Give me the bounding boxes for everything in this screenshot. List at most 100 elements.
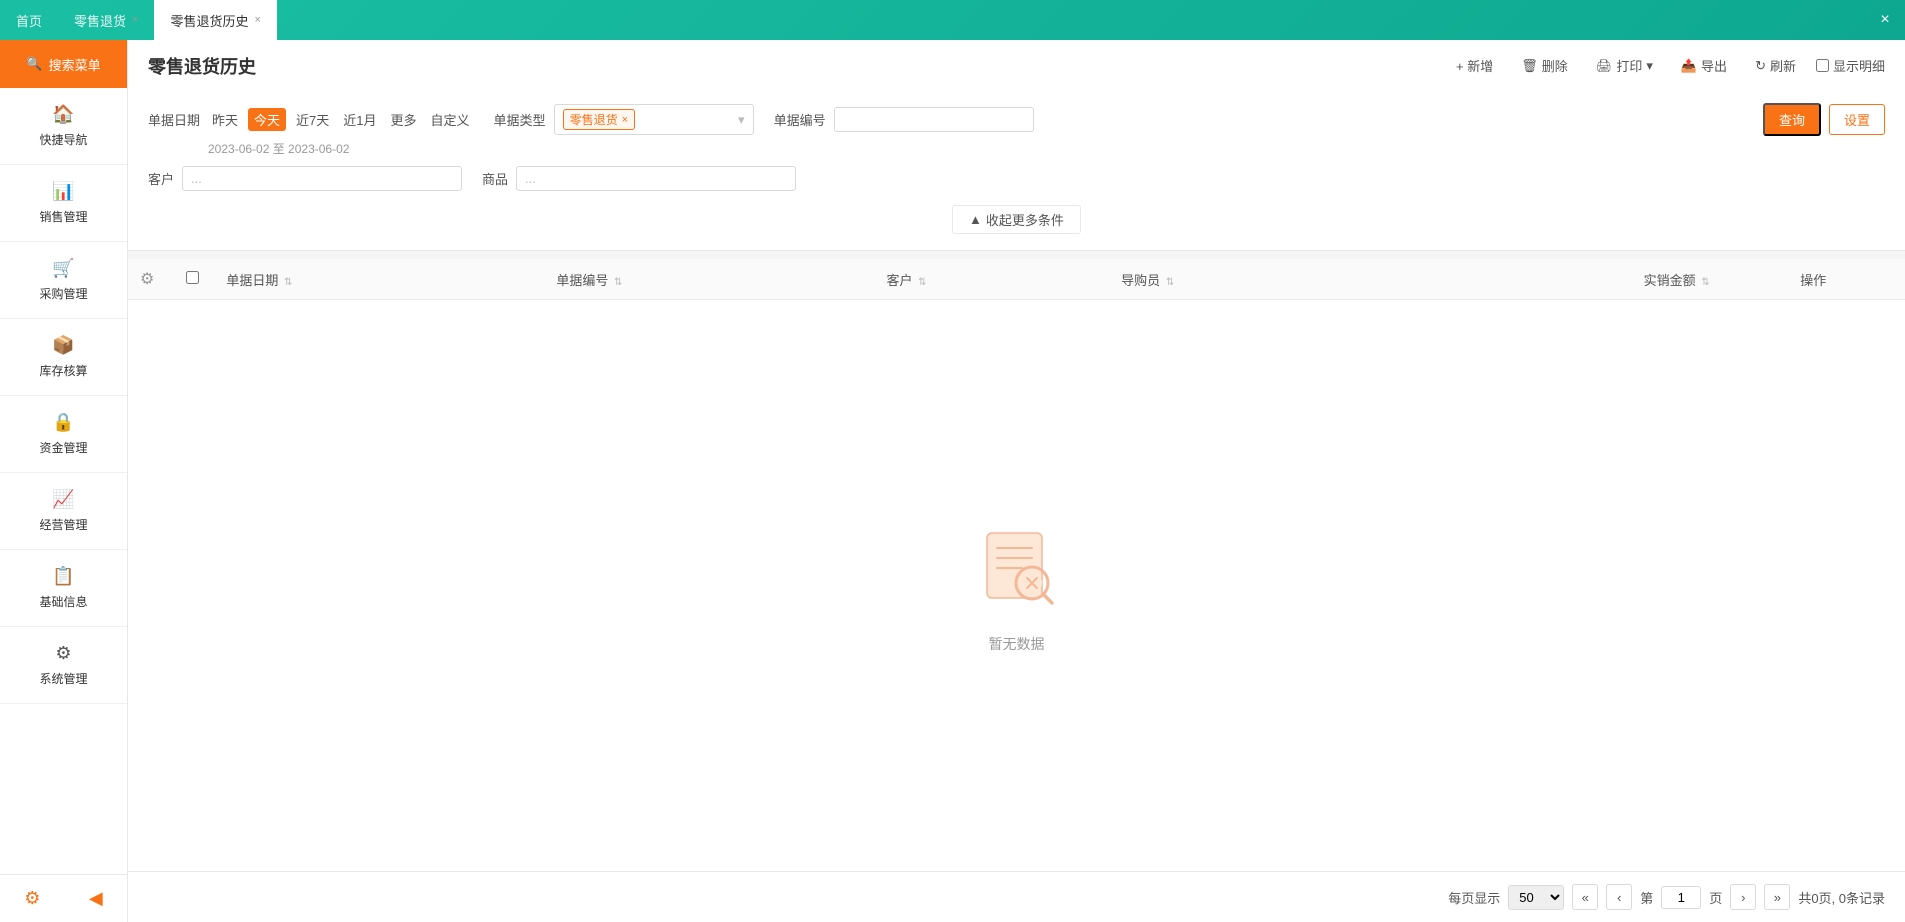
sidebar-item-quick-nav[interactable]: 🏠 快捷导航 — [0, 88, 127, 165]
top-bar: 首页 零售退货 × 零售退货历史 × × — [0, 0, 1905, 40]
customer-select[interactable]: ... — [182, 166, 462, 191]
page-header-top: 零售退货历史 + 新增 🗑 删除 🖨 打印 ▾ 📤 — [148, 52, 1885, 79]
sort-guide-icon: ⇅ — [1166, 277, 1174, 288]
date-opt-custom[interactable]: 自定义 — [427, 108, 474, 131]
per-page-label: 每页显示 — [1448, 888, 1500, 907]
operations-icon: 📈 — [52, 489, 74, 510]
export-icon: 📤 — [1681, 58, 1697, 74]
th-number[interactable]: 单据编号 ⇅ — [544, 259, 874, 300]
collapse-sidebar-icon[interactable]: ◀ — [89, 888, 103, 909]
data-table: ⚙ 单据日期 ⇅ 单据编号 ⇅ — [128, 259, 1905, 300]
main-layout: 🔍 搜索菜单 🏠 快捷导航 📊 销售管理 🛒 采购管理 📦 库存核算 🔒 — [0, 40, 1905, 922]
empty-illustration — [967, 518, 1067, 618]
goods-select[interactable]: ... — [516, 166, 796, 191]
sidebar-item-sales-mgmt[interactable]: 📊 销售管理 — [0, 165, 127, 242]
th-checkbox — [174, 259, 214, 300]
sidebar-item-sales-label: 销售管理 — [39, 208, 87, 225]
filter-row-2: 客户 ... 商品 ... — [148, 166, 1885, 191]
tab-retail-return-history[interactable]: 零售退货历史 × — [154, 0, 276, 40]
refresh-icon: ↻ — [1755, 58, 1766, 74]
th-actions: 操作 — [1722, 259, 1905, 300]
print-button[interactable]: 🖨 打印 ▾ — [1588, 52, 1661, 79]
table-settings-icon[interactable]: ⚙ — [140, 271, 154, 288]
th-amount[interactable]: 实销金额 ⇅ — [1392, 259, 1722, 300]
prev-page-button[interactable]: ‹ — [1606, 884, 1632, 910]
search-icon: 🔍 — [26, 56, 42, 72]
inventory-icon: 📦 — [52, 335, 74, 356]
sidebar-item-operations-label: 经营管理 — [39, 516, 87, 533]
basic-info-icon: 📋 — [52, 566, 74, 587]
date-options: 昨天 今天 近7天 近1月 更多 自定义 — [208, 108, 474, 131]
date-opt-more[interactable]: 更多 — [387, 108, 421, 131]
sidebar-item-quick-nav-label: 快捷导航 — [39, 131, 87, 148]
sort-amount-icon: ⇅ — [1701, 277, 1709, 288]
sidebar-search-label: 搜索菜单 — [49, 55, 101, 74]
voucher-type-tag-close[interactable]: × — [622, 114, 628, 126]
sidebar-item-system-label: 系统管理 — [39, 670, 87, 687]
voucher-number-label: 单据编号 — [774, 110, 826, 129]
tab-retail-return-close[interactable]: × — [132, 14, 138, 26]
th-date[interactable]: 单据日期 ⇅ — [214, 259, 544, 300]
page-unit: 页 — [1709, 888, 1722, 907]
sidebar-item-finance[interactable]: 🔒 资金管理 — [0, 396, 127, 473]
sidebar-item-purchase-mgmt[interactable]: 🛒 采购管理 — [0, 242, 127, 319]
collapse-up-icon: ▲ — [969, 212, 982, 227]
tab-bar: 首页 零售退货 × 零售退货历史 × — [0, 0, 1865, 40]
sidebar-search[interactable]: 🔍 搜索菜单 — [0, 40, 127, 88]
delete-button[interactable]: 🗑 删除 — [1513, 52, 1576, 79]
current-page-input[interactable] — [1661, 886, 1701, 909]
settings-button[interactable]: 设置 — [1829, 104, 1885, 135]
tab-home[interactable]: 首页 — [0, 0, 58, 40]
th-settings: ⚙ — [128, 259, 174, 300]
sidebar-item-inventory-label: 库存核算 — [39, 362, 87, 379]
tab-retail-return-history-close[interactable]: × — [254, 14, 260, 26]
select-all-checkbox[interactable] — [186, 271, 199, 284]
query-button[interactable]: 查询 — [1763, 103, 1821, 136]
home-icon: 🏠 — [52, 104, 74, 125]
total-info: 共0页, 0条记录 — [1798, 888, 1885, 907]
next-page-button[interactable]: › — [1730, 884, 1756, 910]
voucher-type-label: 单据类型 — [494, 110, 546, 129]
purchase-icon: 🛒 — [52, 258, 74, 279]
voucher-number-input[interactable] — [834, 107, 1034, 132]
sidebar-item-basic-info[interactable]: 📋 基础信息 — [0, 550, 127, 627]
goods-filter: 商品 ... — [482, 166, 796, 191]
customer-label: 客户 — [148, 169, 174, 188]
window-close-button[interactable]: × — [1865, 0, 1905, 40]
sidebar-items: 🏠 快捷导航 📊 销售管理 🛒 采购管理 📦 库存核算 🔒 资金管理 📈 — [0, 88, 127, 874]
empty-state: 暂无数据 — [128, 300, 1905, 871]
sidebar-item-basic-info-label: 基础信息 — [39, 593, 87, 610]
filter-row-1: 单据日期 昨天 今天 近7天 近1月 更多 自定义 单据类型 — [148, 103, 1885, 136]
display-detail-toggle[interactable]: 显示明细 — [1816, 56, 1885, 75]
voucher-type-select[interactable]: 零售退货 × ▾ — [554, 104, 754, 135]
date-filter: 单据日期 昨天 今天 近7天 近1月 更多 自定义 — [148, 108, 474, 131]
sales-icon: 📊 — [52, 181, 74, 202]
tab-retail-return[interactable]: 零售退货 × — [58, 0, 154, 40]
export-button[interactable]: 📤 导出 — [1673, 52, 1735, 79]
first-page-button[interactable]: « — [1572, 884, 1598, 910]
sidebar-item-inventory[interactable]: 📦 库存核算 — [0, 319, 127, 396]
last-page-button[interactable]: » — [1764, 884, 1790, 910]
sidebar-item-finance-label: 资金管理 — [39, 439, 87, 456]
date-opt-7days[interactable]: 近7天 — [292, 108, 333, 131]
sidebar-item-system-mgmt[interactable]: ⚙ 系统管理 — [0, 627, 127, 704]
th-guide[interactable]: 导购员 ⇅ — [1109, 259, 1391, 300]
per-page-select[interactable]: 50 100 200 — [1508, 885, 1564, 910]
system-icon: ⚙ — [55, 643, 71, 664]
th-customer[interactable]: 客户 ⇅ — [874, 259, 1109, 300]
settings-bottom-icon[interactable]: ⚙ — [24, 888, 40, 909]
date-opt-today[interactable]: 今天 — [248, 108, 286, 131]
display-detail-checkbox[interactable] — [1816, 59, 1829, 72]
print-dropdown-icon: ▾ — [1646, 58, 1653, 74]
new-button[interactable]: + 新增 — [1448, 52, 1501, 79]
date-opt-1month[interactable]: 近1月 — [339, 108, 380, 131]
refresh-button[interactable]: ↻ 刷新 — [1747, 52, 1804, 79]
page-title: 零售退货历史 — [148, 53, 256, 79]
date-range-display: 2023-06-02 至 2023-06-02 — [208, 142, 349, 156]
pagination: 每页显示 50 100 200 « ‹ 第 页 › — [128, 871, 1905, 922]
collapse-filters-button[interactable]: ▲ 收起更多条件 — [952, 205, 1081, 234]
header-actions: + 新增 🗑 删除 🖨 打印 ▾ 📤 导出 — [1448, 52, 1885, 79]
sort-number-icon: ⇅ — [614, 277, 622, 288]
sidebar-item-operations[interactable]: 📈 经营管理 — [0, 473, 127, 550]
date-opt-yesterday[interactable]: 昨天 — [208, 108, 242, 131]
